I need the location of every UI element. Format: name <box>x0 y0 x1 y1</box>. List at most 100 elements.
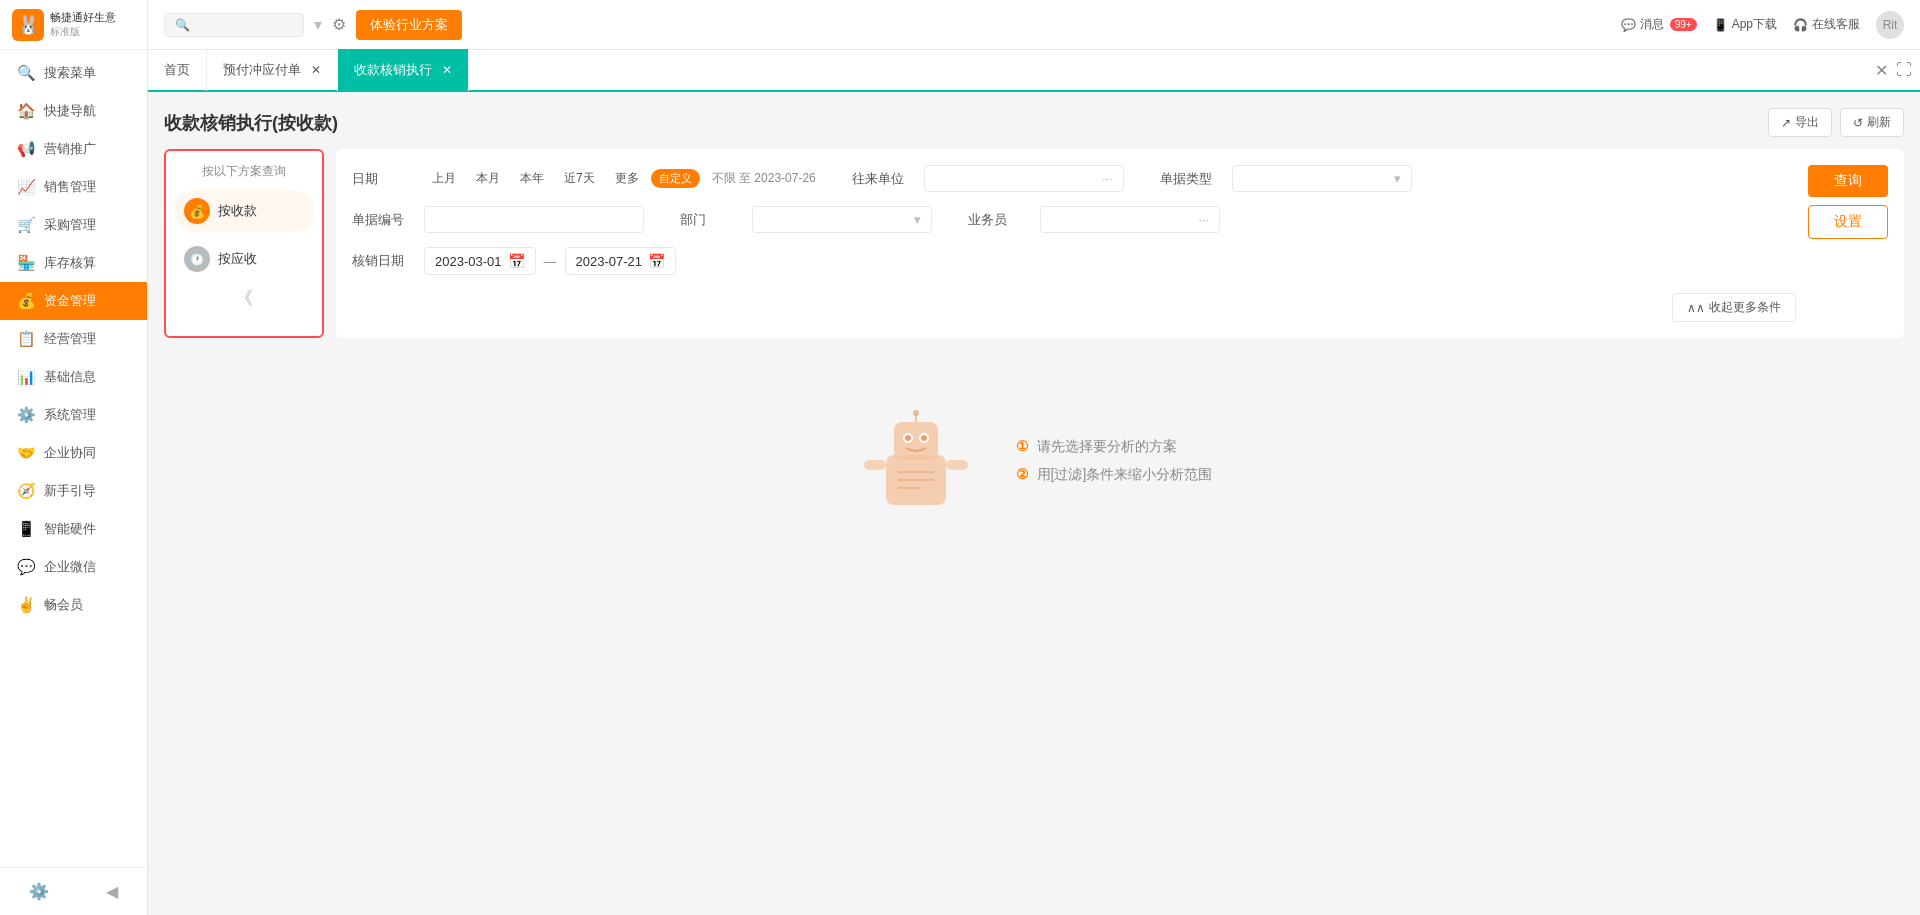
partner-label: 往来单位 <box>852 170 912 188</box>
sidebar-item-label: 新手引导 <box>44 482 96 500</box>
tab-home-label: 首页 <box>164 61 190 79</box>
sidebar-item-label: 搜索菜单 <box>44 64 96 82</box>
filter-sidebar: 按以下方案查询 💰 按收款 🕐 按应收 《 <box>164 149 324 338</box>
filter-option-by-receipt[interactable]: 💰 按收款 <box>174 190 314 232</box>
sidebar-item-marketing[interactable]: 📢 营销推广 <box>0 130 147 168</box>
sidebar-item-sales[interactable]: 📈 销售管理 <box>0 168 147 206</box>
settings-bottom-icon[interactable]: ⚙️ <box>23 876 55 907</box>
tab-fullscreen-icon[interactable]: ⛶ <box>1896 61 1912 79</box>
dept-dropdown[interactable]: ▾ <box>752 206 932 233</box>
verify-date-label: 核销日期 <box>352 252 412 270</box>
hardware-icon: 📱 <box>16 520 36 538</box>
filter-collapse-icon[interactable]: 《 <box>174 286 314 310</box>
filter-area: 按以下方案查询 💰 按收款 🕐 按应收 《 日 <box>164 149 1904 338</box>
tab-receipt-close-icon[interactable]: ✕ <box>442 63 452 77</box>
cooperation-icon: 🤝 <box>16 444 36 462</box>
sidebar-item-label: 智能硬件 <box>44 520 96 538</box>
salesperson-dropdown[interactable]: ··· <box>1040 206 1220 233</box>
tab-home[interactable]: 首页 <box>148 49 207 91</box>
sidebar-item-label: 企业协同 <box>44 444 96 462</box>
message-item[interactable]: 💬 消息 99+ <box>1621 16 1697 33</box>
message-label: 消息 <box>1640 16 1664 33</box>
date-btn-more[interactable]: 更多 <box>607 167 647 190</box>
topbar-dropdown-icon[interactable]: ▾ <box>314 15 322 34</box>
query-row-3: 核销日期 2023-03-01 📅 — 2023-07-21 📅 <box>352 247 1796 275</box>
page-header: 收款核销执行(按收款) ↗ 导出 ↺ 刷新 <box>164 108 1904 137</box>
sidebar-item-operations[interactable]: 📋 经营管理 <box>0 320 147 358</box>
online-service-item[interactable]: 🎧 在线客服 <box>1793 16 1860 33</box>
salesperson-label: 业务员 <box>968 211 1028 229</box>
app-download-item[interactable]: 📱 App下载 <box>1713 16 1777 33</box>
collapse-sidebar-icon[interactable]: ◀︎ <box>100 876 124 907</box>
sidebar-item-inventory[interactable]: 🏪 库存核算 <box>0 244 147 282</box>
topbar-search-box[interactable]: 🔍 <box>164 13 304 37</box>
finance-icon: 💰 <box>16 292 36 310</box>
sidebar-item-search[interactable]: 🔍 搜索菜单 <box>0 54 147 92</box>
query-row-1: 日期 上月 本月 本年 近7天 更多 自定义 不限 至 2023-07-26 往… <box>352 165 1796 192</box>
sidebar-item-finance[interactable]: 💰 资金管理 <box>0 282 147 320</box>
sidebar-item-guide[interactable]: 🧭 新手引导 <box>0 472 147 510</box>
marketing-icon: 📢 <box>16 140 36 158</box>
app-download-label: App下载 <box>1732 16 1777 33</box>
empty-hint-1: ① 请先选择要分析的方案 <box>1016 432 1213 460</box>
system-icon: ⚙️ <box>16 406 36 424</box>
tabbar-right-actions: ✕ ⛶ <box>1875 61 1920 80</box>
bill-type-dropdown[interactable]: ▾ <box>1232 165 1412 192</box>
tab-prepay[interactable]: 预付冲应付单 ✕ <box>207 49 338 91</box>
sidebar-item-label: 经营管理 <box>44 330 96 348</box>
basicinfo-icon: 📊 <box>16 368 36 386</box>
date-custom-badge[interactable]: 自定义 <box>651 169 700 188</box>
bill-no-input[interactable] <box>424 206 644 233</box>
main-area: 🔍 ▾ ⚙ 体验行业方案 💬 消息 99+ 📱 App下载 🎧 在线客服 Ri <box>148 0 1920 915</box>
query-panel: 日期 上月 本月 本年 近7天 更多 自定义 不限 至 2023-07-26 往… <box>336 149 1904 338</box>
query-button[interactable]: 查询 <box>1808 165 1888 197</box>
sidebar-nav: 🔍 搜索菜单 🏠 快捷导航 📢 营销推广 📈 销售管理 🛒 采购管理 🏪 库存核… <box>0 50 147 867</box>
calendar-end-icon: 📅 <box>648 253 665 269</box>
sidebar-item-quicknav[interactable]: 🏠 快捷导航 <box>0 92 147 130</box>
sidebar-item-purchase[interactable]: 🛒 采购管理 <box>0 206 147 244</box>
page-content: 收款核销执行(按收款) ↗ 导出 ↺ 刷新 按以下方案查询 💰 按收款 <box>148 92 1920 915</box>
bill-type-arrow-icon: ▾ <box>1394 171 1401 186</box>
refresh-label: 刷新 <box>1867 114 1891 131</box>
sidebar-item-wechat[interactable]: 💬 企业微信 <box>0 548 147 586</box>
message-badge: 99+ <box>1670 18 1697 31</box>
date-btn-thisyear[interactable]: 本年 <box>512 167 552 190</box>
sidebar-item-label: 采购管理 <box>44 216 96 234</box>
topbar-gear-icon[interactable]: ⚙ <box>332 15 346 34</box>
search-icon: 🔍 <box>16 64 36 82</box>
verify-date-end-input[interactable]: 2023-07-21 📅 <box>565 247 677 275</box>
sidebar-item-label: 基础信息 <box>44 368 96 386</box>
verify-date-start-input[interactable]: 2023-03-01 📅 <box>424 247 536 275</box>
message-icon: 💬 <box>1621 18 1636 32</box>
date-label: 日期 <box>352 170 412 188</box>
dept-arrow-icon: ▾ <box>914 212 921 227</box>
sidebar-item-label: 库存核算 <box>44 254 96 272</box>
tab-prepay-close-icon[interactable]: ✕ <box>311 63 321 77</box>
topbar-right: 💬 消息 99+ 📱 App下载 🎧 在线客服 Rit <box>1621 11 1904 39</box>
guide-icon: 🧭 <box>16 482 36 500</box>
tab-close-all-icon[interactable]: ✕ <box>1875 61 1888 80</box>
date-btn-thismonth[interactable]: 本月 <box>468 167 508 190</box>
collapse-more-button[interactable]: ∧∧ 收起更多条件 <box>1672 293 1796 322</box>
industry-btn[interactable]: 体验行业方案 <box>356 10 462 40</box>
sidebar-item-member[interactable]: ✌️ 畅会员 <box>0 586 147 624</box>
refresh-button[interactable]: ↺ 刷新 <box>1840 108 1904 137</box>
sidebar-item-basic-info[interactable]: 📊 基础信息 <box>0 358 147 396</box>
filter-option-by-receivable[interactable]: 🕐 按应收 <box>174 238 314 280</box>
query-panel-footer: ∧∧ 收起更多条件 <box>352 289 1796 322</box>
operations-icon: 📋 <box>16 330 36 348</box>
chevron-up-icon: ∧∧ <box>1687 301 1705 315</box>
settings-button[interactable]: 设置 <box>1808 205 1888 239</box>
date-btn-lastmonth[interactable]: 上月 <box>424 167 464 190</box>
tab-receipt[interactable]: 收款核销执行 ✕ <box>338 49 469 91</box>
sidebar-item-system[interactable]: ⚙️ 系统管理 <box>0 396 147 434</box>
date-btn-7days[interactable]: 近7天 <box>556 167 603 190</box>
page-header-buttons: ↗ 导出 ↺ 刷新 <box>1768 108 1904 137</box>
online-service-label: 在线客服 <box>1812 16 1860 33</box>
export-button[interactable]: ↗ 导出 <box>1768 108 1832 137</box>
partner-dropdown[interactable]: ··· <box>924 165 1124 192</box>
sidebar-item-hardware[interactable]: 📱 智能硬件 <box>0 510 147 548</box>
sidebar-item-cooperation[interactable]: 🤝 企业协同 <box>0 434 147 472</box>
user-avatar[interactable]: Rit <box>1876 11 1904 39</box>
filter-sidebar-title: 按以下方案查询 <box>174 163 314 180</box>
